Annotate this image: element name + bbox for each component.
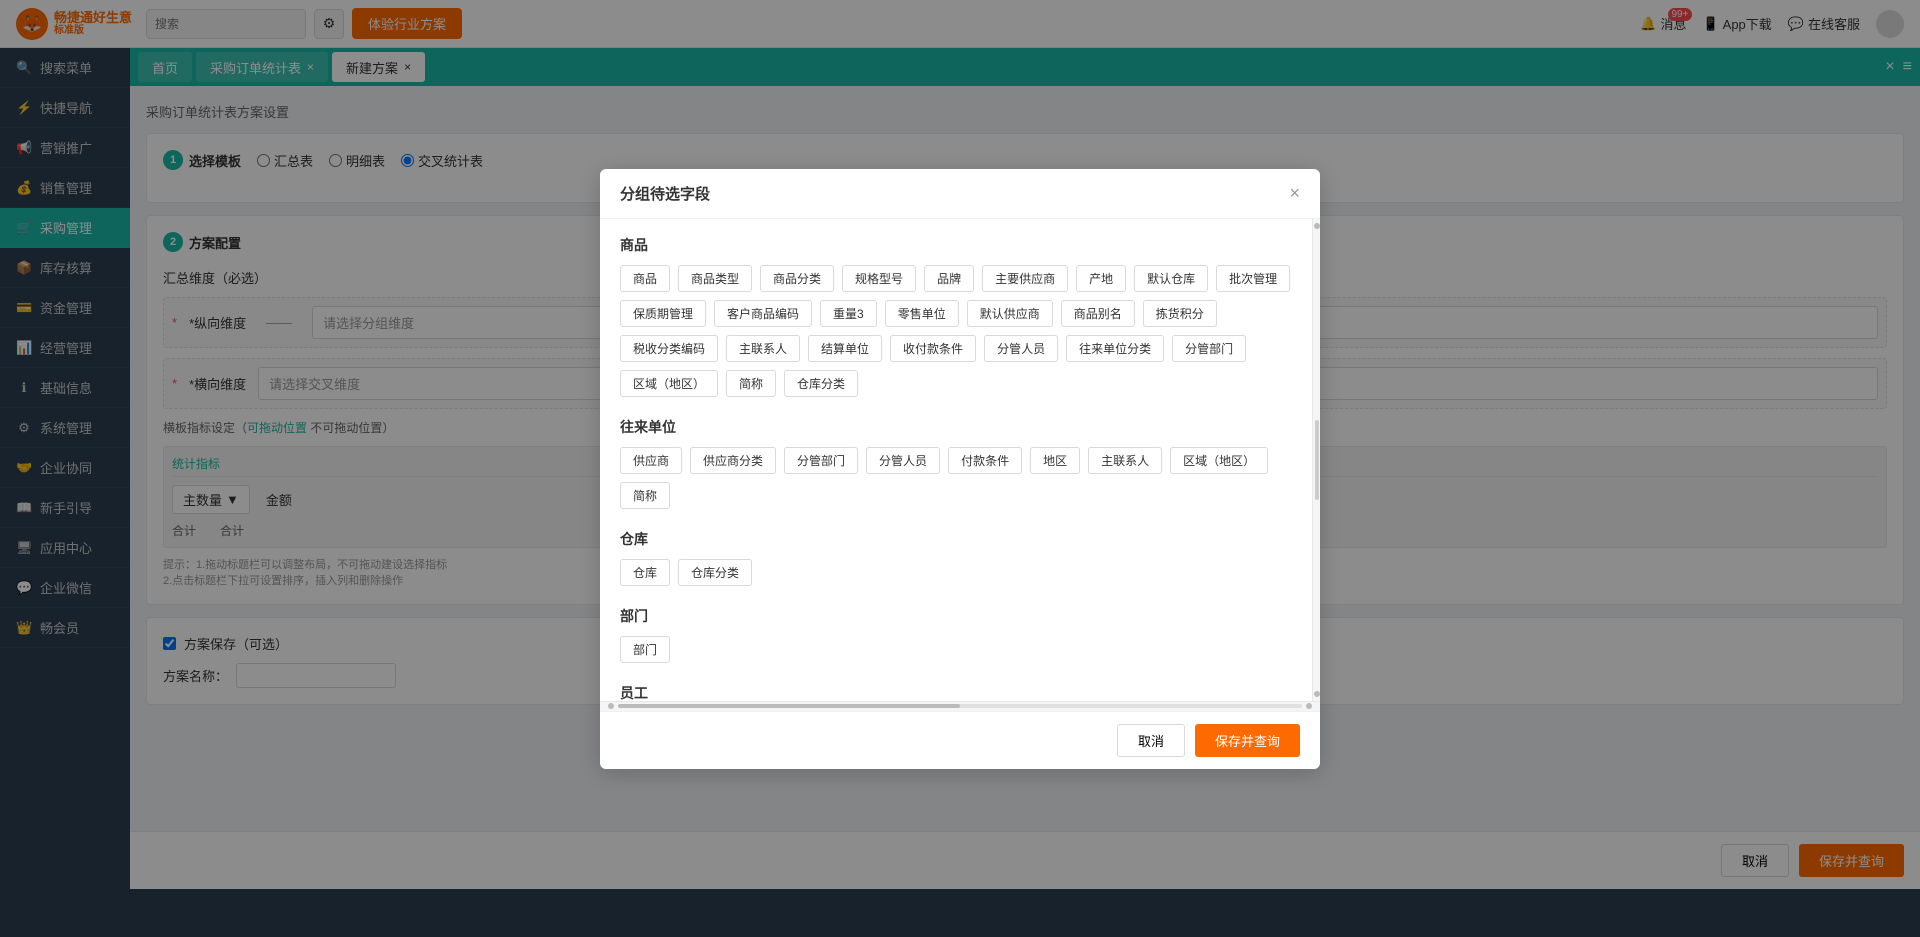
- scrollbar-track: [618, 704, 1302, 708]
- scroll-left-arrow[interactable]: [608, 703, 614, 709]
- tag-area[interactable]: 地区: [1030, 447, 1080, 474]
- section-partner: 往来单位 供应商 供应商分类 分管部门 分管人员 付款条件 地区 主联系人 区域…: [620, 417, 1292, 509]
- tag-main-supplier[interactable]: 主要供应商: [982, 265, 1068, 292]
- tag-tax-code[interactable]: 税收分类编码: [620, 335, 718, 362]
- modal-footer: 取消 保存并查询: [600, 711, 1320, 769]
- tag-payment-terms[interactable]: 收付款条件: [890, 335, 976, 362]
- tag-main-contact2[interactable]: 主联系人: [1088, 447, 1162, 474]
- tag-goods-alias[interactable]: 商品别名: [1061, 300, 1135, 327]
- scroll-thumb-vertical[interactable]: [1315, 420, 1319, 500]
- tag-dept[interactable]: 分管部门: [1172, 335, 1246, 362]
- modal-overlay: 分组待选字段 × 商品 商品 商品类型 商品分类 规格型号 品牌 主要供应商 产…: [0, 0, 1920, 937]
- tag-pick-points[interactable]: 拣货积分: [1143, 300, 1217, 327]
- tag-warehouse-category[interactable]: 仓库分类: [784, 370, 858, 397]
- section-goods: 商品 商品 商品类型 商品分类 规格型号 品牌 主要供应商 产地 默认仓库 批次…: [620, 235, 1292, 397]
- tag-settle-unit[interactable]: 结算单位: [808, 335, 882, 362]
- tag-main-contact[interactable]: 主联系人: [726, 335, 800, 362]
- tag-payment-cond[interactable]: 付款条件: [948, 447, 1022, 474]
- scroll-up-arrow[interactable]: [1314, 223, 1320, 229]
- tag-manage-dept[interactable]: 分管部门: [784, 447, 858, 474]
- section-warehouse-tags: 仓库 仓库分类: [620, 559, 1292, 586]
- tag-goods[interactable]: 商品: [620, 265, 670, 292]
- tag-brand[interactable]: 品牌: [924, 265, 974, 292]
- section-dept-tags: 部门: [620, 636, 1292, 663]
- tag-batch[interactable]: 批次管理: [1216, 265, 1290, 292]
- modal-hscrollbar[interactable]: [600, 701, 1320, 711]
- section-employee: 员工 业务员: [620, 683, 1292, 701]
- modal-body: 商品 商品 商品类型 商品分类 规格型号 品牌 主要供应商 产地 默认仓库 批次…: [600, 219, 1312, 701]
- tag-wh-category[interactable]: 仓库分类: [678, 559, 752, 586]
- section-warehouse: 仓库 仓库 仓库分类: [620, 529, 1292, 586]
- modal-dialog: 分组待选字段 × 商品 商品 商品类型 商品分类 规格型号 品牌 主要供应商 产…: [600, 169, 1320, 769]
- tag-short-name[interactable]: 简称: [726, 370, 776, 397]
- section-dept: 部门 部门: [620, 606, 1292, 663]
- section-goods-title: 商品: [620, 235, 1292, 255]
- tag-region[interactable]: 区域（地区）: [620, 370, 718, 397]
- tag-origin[interactable]: 产地: [1076, 265, 1126, 292]
- tag-warehouse[interactable]: 仓库: [620, 559, 670, 586]
- tag-goods-spec[interactable]: 规格型号: [842, 265, 916, 292]
- section-dept-title: 部门: [620, 606, 1292, 626]
- scroll-down-arrow[interactable]: [1314, 691, 1320, 697]
- section-partner-title: 往来单位: [620, 417, 1292, 437]
- section-employee-title: 员工: [620, 683, 1292, 701]
- tag-abbr[interactable]: 简称: [620, 482, 670, 509]
- tag-weight[interactable]: 重量3: [820, 300, 877, 327]
- tag-quality[interactable]: 保质期管理: [620, 300, 706, 327]
- tag-region2[interactable]: 区域（地区）: [1170, 447, 1268, 474]
- tag-goods-type[interactable]: 商品类型: [678, 265, 752, 292]
- tag-manager[interactable]: 分管人员: [984, 335, 1058, 362]
- scroll-right-arrow[interactable]: [1306, 703, 1312, 709]
- section-warehouse-title: 仓库: [620, 529, 1292, 549]
- section-partner-tags: 供应商 供应商分类 分管部门 分管人员 付款条件 地区 主联系人 区域（地区） …: [620, 447, 1292, 509]
- tag-customer-code[interactable]: 客户商品编码: [714, 300, 812, 327]
- tag-manage-person[interactable]: 分管人员: [866, 447, 940, 474]
- modal-title: 分组待选字段: [620, 183, 710, 204]
- scrollbar-thumb-h: [618, 704, 960, 708]
- tag-retail-unit[interactable]: 零售单位: [885, 300, 959, 327]
- section-goods-tags: 商品 商品类型 商品分类 规格型号 品牌 主要供应商 产地 默认仓库 批次管理 …: [620, 265, 1292, 397]
- tag-goods-category[interactable]: 商品分类: [760, 265, 834, 292]
- tag-supplier[interactable]: 供应商: [620, 447, 682, 474]
- tag-supplier-category[interactable]: 供应商分类: [690, 447, 776, 474]
- tag-default-supplier[interactable]: 默认供应商: [967, 300, 1053, 327]
- modal-close-button[interactable]: ×: [1289, 183, 1300, 204]
- modal-cancel-button[interactable]: 取消: [1117, 724, 1185, 757]
- modal-vscrollbar[interactable]: [1312, 219, 1320, 701]
- tag-department[interactable]: 部门: [620, 636, 670, 663]
- modal-save-button[interactable]: 保存并查询: [1195, 724, 1300, 757]
- tag-default-warehouse[interactable]: 默认仓库: [1134, 265, 1208, 292]
- modal-header: 分组待选字段 ×: [600, 169, 1320, 219]
- tag-partner-category[interactable]: 往来单位分类: [1066, 335, 1164, 362]
